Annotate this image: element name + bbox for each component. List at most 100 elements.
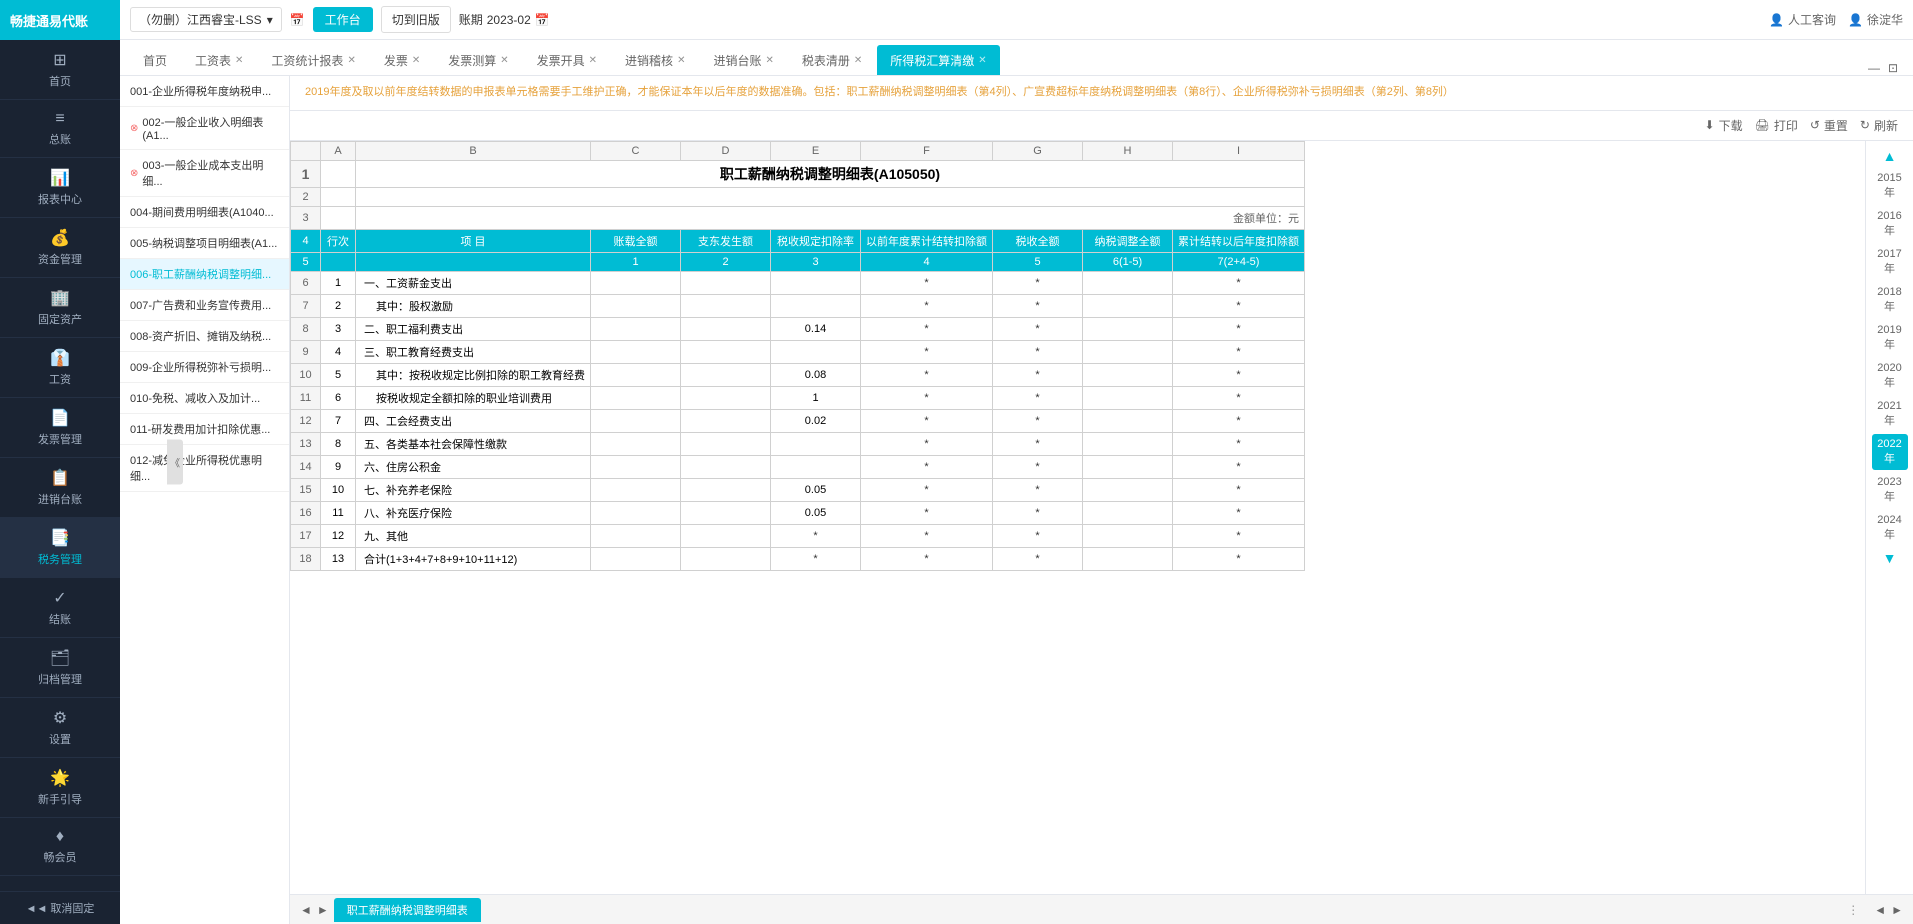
list-item-004[interactable]: 004-期间费用明细表(A1040... [120, 197, 289, 228]
year-2024[interactable]: 2024年 [1872, 510, 1908, 546]
row-10-c3[interactable]: 0.08 [771, 363, 861, 386]
workspace-button[interactable]: 工作台 [313, 7, 373, 32]
list-item-012[interactable]: 012-减免企业所得税优惠明细... [120, 445, 289, 492]
row-11-c3[interactable]: 1 [771, 386, 861, 409]
row-16-c2[interactable] [681, 501, 771, 524]
sidebar-item-reports[interactable]: 📊 报表中心 [0, 158, 120, 218]
tab-payroll[interactable]: 工资表 ✕ [182, 45, 256, 75]
print-button[interactable]: 🖨 打印 [1755, 117, 1798, 134]
sidebar-item-invoice[interactable]: 📄 发票管理 [0, 398, 120, 458]
table-row[interactable]: 12 7 四、工会经费支出 0.02 * * * [291, 409, 1305, 432]
sheet-nav-left[interactable]: ◄ [300, 903, 312, 917]
company-selector[interactable]: （勿删）江西睿宝-LSS ▾ [130, 7, 282, 32]
table-row[interactable]: 7 2 其中：股权激励 * * * [291, 294, 1305, 317]
table-row[interactable]: 17 12 九、其他 * * * * [291, 524, 1305, 547]
tab-invoice-calc-close[interactable]: ✕ [500, 55, 508, 66]
row-10-c6[interactable] [1083, 363, 1173, 386]
tab-invoice-issue-close[interactable]: ✕ [589, 55, 597, 66]
row-14-c2[interactable] [681, 455, 771, 478]
row-16-c1[interactable] [591, 501, 681, 524]
row-8-c2[interactable] [681, 317, 771, 340]
row-18-c2[interactable] [681, 547, 771, 570]
list-item-001[interactable]: 001-企业所得税年度纳税申... [120, 76, 289, 107]
row-6-c3[interactable] [771, 271, 861, 294]
row-13-c2[interactable] [681, 432, 771, 455]
list-item-007[interactable]: 007-广告费和业务宣传费用... [120, 290, 289, 321]
tab-payroll-close[interactable]: ✕ [235, 55, 243, 66]
sheet-wrapper[interactable]: A B C D E F G H I 1 [290, 141, 1865, 894]
tab-invoice-close[interactable]: ✕ [412, 55, 420, 66]
tab-purchase-ledger[interactable]: 进销台账 ✕ [700, 45, 786, 75]
year-2017[interactable]: 2017年 [1872, 244, 1908, 280]
list-item-009[interactable]: 009-企业所得税弥补亏损明... [120, 352, 289, 383]
list-item-006[interactable]: 006-职工薪酬纳税调整明细... [120, 259, 289, 290]
tab-payroll-stats-close[interactable]: ✕ [347, 55, 355, 66]
row-9-c1[interactable] [591, 340, 681, 363]
sheet-nav-right[interactable]: ► [317, 903, 329, 917]
row-9-c6[interactable] [1083, 340, 1173, 363]
sheet-options-icon[interactable]: ⋮ [1847, 903, 1859, 917]
table-row[interactable]: 16 11 八、补充医疗保险 0.05 * * * [291, 501, 1305, 524]
year-2018[interactable]: 2018年 [1872, 282, 1908, 318]
cancel-fixed-btn[interactable]: ◄◄ 取消固定 [0, 891, 120, 924]
row-12-c6[interactable] [1083, 409, 1173, 432]
sidebar-item-home[interactable]: ⊞ 首页 [0, 40, 120, 100]
collapse-panel-button[interactable]: 《 [167, 440, 183, 485]
year-2019[interactable]: 2019年 [1872, 320, 1908, 356]
tab-income-tax[interactable]: 所得税汇算清缴 ✕ [877, 45, 999, 75]
download-button[interactable]: ⬇ 下载 [1705, 117, 1743, 134]
row-13-c1[interactable] [591, 432, 681, 455]
sidebar-item-tax[interactable]: 📑 税务管理 [0, 518, 120, 578]
tab-purchase-audit-close[interactable]: ✕ [677, 55, 685, 66]
table-row[interactable]: 13 8 五、各类基本社会保障性缴款 * * * [291, 432, 1305, 455]
row-9-c3[interactable] [771, 340, 861, 363]
row-8-c6[interactable] [1083, 317, 1173, 340]
row-6-c1[interactable] [591, 271, 681, 294]
row-11-c6[interactable] [1083, 386, 1173, 409]
reset-button[interactable]: ↺ 重置 [1810, 117, 1848, 134]
row-7-c1[interactable] [591, 294, 681, 317]
sheet-tab-main[interactable]: 职工薪酬纳税调整明细表 [334, 898, 481, 922]
row-6-c6[interactable] [1083, 271, 1173, 294]
row-13-c3[interactable] [771, 432, 861, 455]
sheet-scroll-left[interactable]: ◄ [1874, 903, 1886, 917]
sidebar-item-assets[interactable]: 🏢 固定资产 [0, 278, 120, 338]
row-15-c1[interactable] [591, 478, 681, 501]
list-item-005[interactable]: 005-纳税调整项目明细表(A1... [120, 228, 289, 259]
row-18-c1[interactable] [591, 547, 681, 570]
row-17-c2[interactable] [681, 524, 771, 547]
support-btn[interactable]: 👤 人工客询 [1769, 11, 1836, 28]
table-row[interactable]: 15 10 七、补充养老保险 0.05 * * * [291, 478, 1305, 501]
row-10-c2[interactable] [681, 363, 771, 386]
table-row[interactable]: 14 9 六、住房公积金 * * * [291, 455, 1305, 478]
sidebar-item-finance[interactable]: 💰 资金管理 [0, 218, 120, 278]
list-item-008[interactable]: 008-资产折旧、摊销及纳税... [120, 321, 289, 352]
row-7-c6[interactable] [1083, 294, 1173, 317]
list-item-010[interactable]: 010-免税、减收入及加计... [120, 383, 289, 414]
row-18-c6[interactable] [1083, 547, 1173, 570]
table-row[interactable]: 11 6 按税收规定全额扣除的职业培训费用 1 * * * [291, 386, 1305, 409]
tab-purchase-audit[interactable]: 进销稽核 ✕ [612, 45, 698, 75]
sheet-scroll-right[interactable]: ► [1891, 903, 1903, 917]
year-2016[interactable]: 2016年 [1872, 206, 1908, 242]
row-15-c3[interactable]: 0.05 [771, 478, 861, 501]
row-15-c6[interactable] [1083, 478, 1173, 501]
row-12-c2[interactable] [681, 409, 771, 432]
tab-payroll-stats[interactable]: 工资统计报表 ✕ [258, 45, 368, 75]
table-row[interactable]: 6 1 一、工资薪金支出 * * * [291, 271, 1305, 294]
year-2023[interactable]: 2023年 [1872, 472, 1908, 508]
window-maximize-icon[interactable]: ⊡ [1888, 61, 1898, 75]
tab-tax-list-close[interactable]: ✕ [854, 55, 862, 66]
table-row[interactable]: 8 3 二、职工福利费支出 0.14 * * * [291, 317, 1305, 340]
row-13-c6[interactable] [1083, 432, 1173, 455]
year-nav-up[interactable]: ▲ [1881, 146, 1899, 166]
sidebar-item-payroll[interactable]: 👔 工资 [0, 338, 120, 398]
sidebar-item-archive[interactable]: 🗂 归档管理 [0, 638, 120, 698]
tab-purchase-ledger-close[interactable]: ✕ [765, 55, 773, 66]
row-16-c3[interactable]: 0.05 [771, 501, 861, 524]
row-17-c6[interactable] [1083, 524, 1173, 547]
row-9-c2[interactable] [681, 340, 771, 363]
list-item-003[interactable]: ⊗ 003-一般企业成本支出明细... [120, 150, 289, 197]
table-row[interactable]: 18 13 合计(1+3+4+7+8+9+10+11+12) * * * * [291, 547, 1305, 570]
row-6-c2[interactable] [681, 271, 771, 294]
